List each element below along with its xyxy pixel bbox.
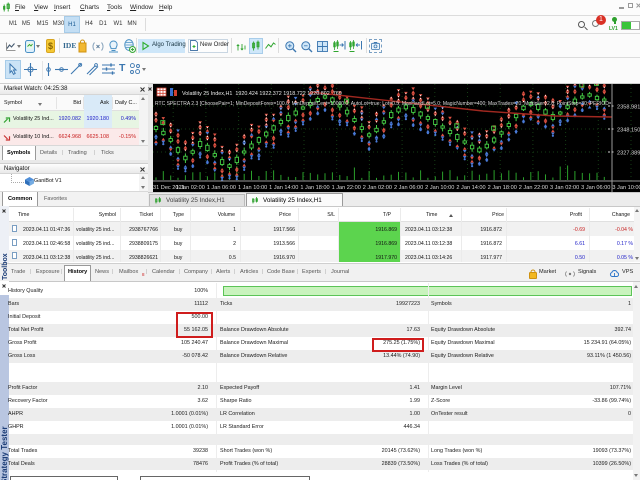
svg-text:Volatility 25 Index,H1 1920.4: Volatility 25 Index,H1 1920.424 1922.372… [182,91,342,97]
svg-text:LV1: LV1 [609,26,618,32]
svg-text:2 Jan 02:00: 2 Jan 02:00 [363,185,392,191]
svg-text:2348.150: 2348.150 [617,128,640,134]
svg-text:2 Jan 14:00: 2 Jan 14:00 [456,185,485,191]
svg-text:1 Jan 14:00: 1 Jan 14:00 [269,185,298,191]
svg-text:2327.389: 2327.389 [617,151,640,157]
svg-text:2 Jan 10:00: 2 Jan 10:00 [425,185,454,191]
svg-text:1 Jan 22:00: 1 Jan 22:00 [332,185,361,191]
svg-text:3 Jan 10:00: 3 Jan 10:00 [612,185,640,191]
svg-text:Toolbox: Toolbox [2,253,9,280]
svg-text:1 Jan 18:00: 1 Jan 18:00 [300,185,329,191]
svg-text:2 Jan 22:00: 2 Jan 22:00 [519,185,548,191]
svg-text:3 Jan 02:00: 3 Jan 02:00 [550,185,579,191]
svg-text:1 Jan 10:00: 1 Jan 10:00 [238,185,267,191]
svg-text:3 Jan 06:00: 3 Jan 06:00 [581,185,610,191]
svg-text:2 Jan 18:00: 2 Jan 18:00 [488,185,517,191]
svg-text:1 Jan 02:00: 1 Jan 02:00 [176,185,205,191]
svg-text:2 Jan 06:00: 2 Jan 06:00 [394,185,423,191]
svg-text:1 Jan 06:00: 1 Jan 06:00 [207,185,236,191]
svg-text:2358.981: 2358.981 [617,105,640,111]
svg-text:RTC SPECTRA 2.3 [ChoosePair=1;: RTC SPECTRA 2.3 [ChoosePair=1; MinDeposi… [155,101,640,107]
